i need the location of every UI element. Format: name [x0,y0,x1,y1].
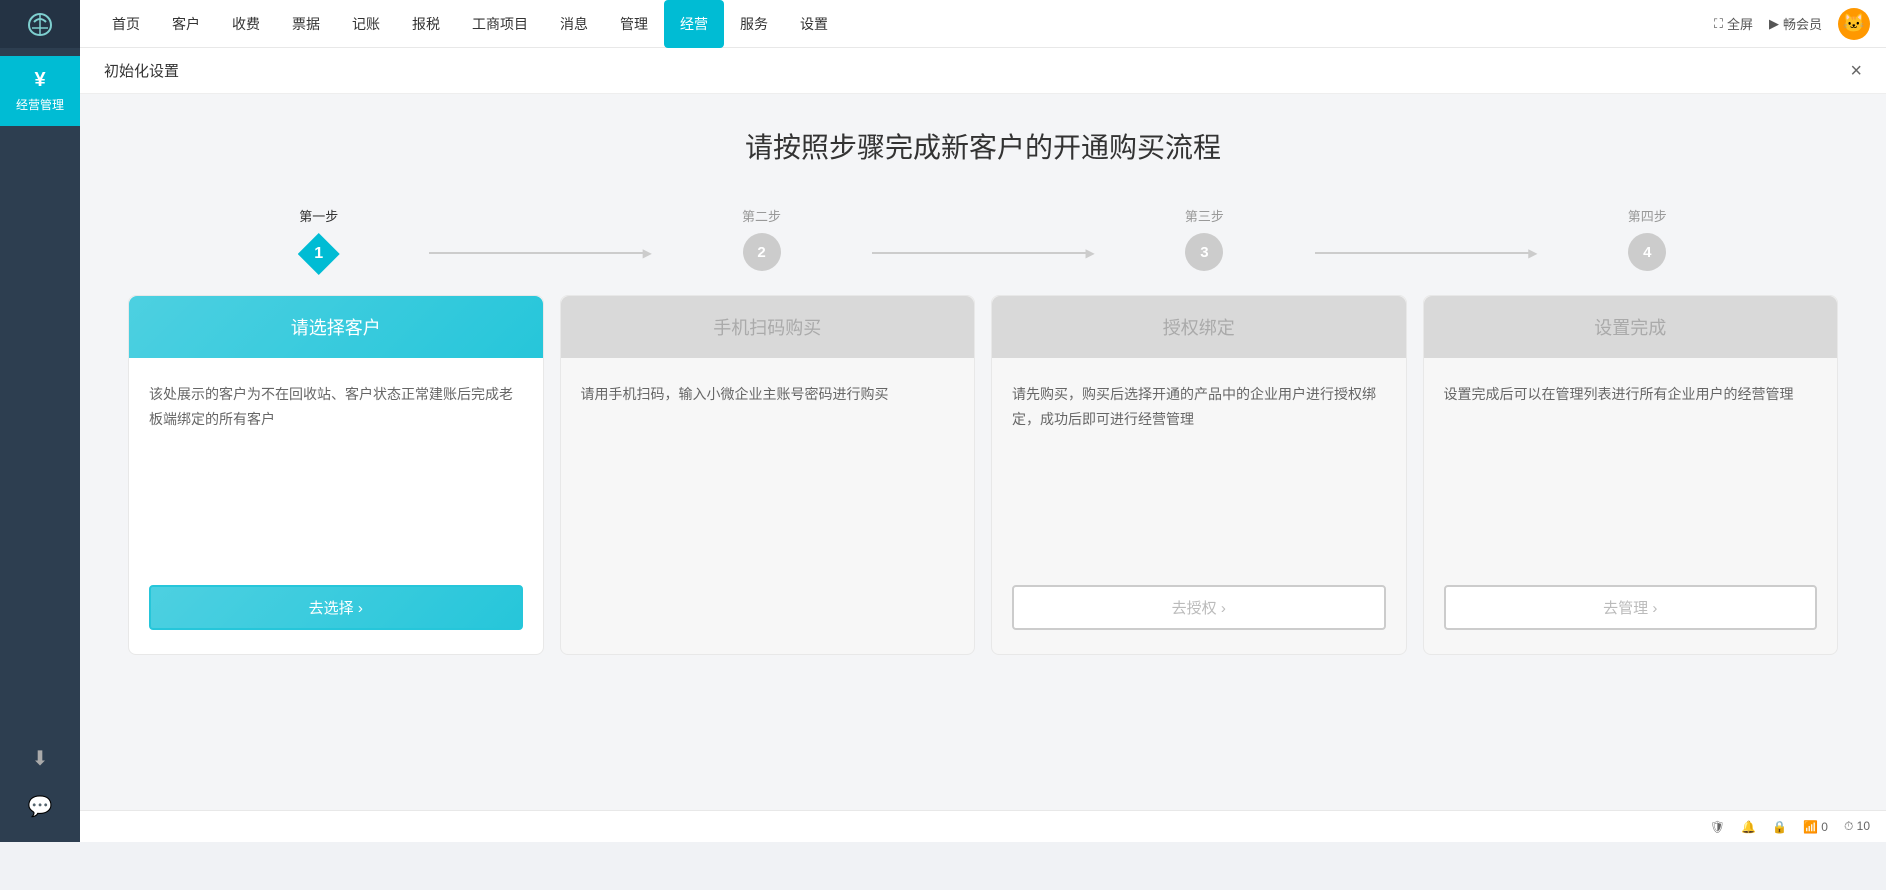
step-card-4: 设置完成 设置完成后可以在管理列表进行所有企业用户的经营管理 去管理 › [1423,295,1839,655]
nav-kehu[interactable]: 客户 [156,0,216,48]
step-2-circle: 2 [743,233,781,271]
avatar[interactable]: 🐱 [1838,8,1870,40]
nav-right: ⛶ 全屏 ▶ 畅会员 🐱 [1714,8,1870,40]
step-4-circle: 4 [1628,233,1666,271]
status-bar: ▶ 完成 🛡 🔔 🔒 📶 0 ⏱ 10 [0,810,1886,842]
card-4-footer: 去管理 › [1424,585,1838,630]
card-1-header: 请选择客户 [129,296,543,358]
nav-baoshui[interactable]: 报税 [396,0,456,48]
card-1-body: 该处展示的客户为不在回收站、客户状态正常建账后完成老板端绑定的所有客户 [129,374,543,585]
bell-icon: 🔔 [1741,820,1756,834]
step-4-visual: 第四步 4 [1537,206,1758,271]
nav-jingying[interactable]: 经营 [664,0,724,48]
download-icon[interactable]: ⬇ [20,738,60,778]
lock-icon: 🔒 [1772,820,1787,834]
connector-3-4: ▶ [1315,246,1536,260]
step-card-1: 请选择客户 该处展示的客户为不在回收站、客户状态正常建账后完成老板端绑定的所有客… [128,295,544,655]
sidebar-item-jingying[interactable]: ¥ 经营管理 [0,56,80,126]
card-3-btn[interactable]: 去授权 › [1012,585,1386,630]
page-title: 初始化设置 [104,60,179,81]
chat-icon[interactable]: 💬 [20,786,60,826]
sidebar-bottom: ⬇ 💬 [20,738,60,842]
step-card-2: 手机扫码购买 请用手机扫码，输入小微企业主账号密码进行购买 [560,295,976,655]
fullscreen-btn[interactable]: ⛶ 全屏 [1714,14,1753,33]
step-3-visual: 第三步 3 [1094,206,1315,271]
cards-row: 请选择客户 该处展示的客户为不在回收站、客户状态正常建账后完成老板端绑定的所有客… [128,295,1838,655]
fullscreen-icon: ⛶ [1714,16,1723,32]
card-3-footer: 去授权 › [992,585,1406,630]
shield-icon: 🛡 [1710,820,1725,834]
step-1-circle: 1 [298,233,340,275]
vip-btn[interactable]: ▶ 畅会员 [1769,14,1822,33]
connector-2-3: ▶ [872,246,1093,260]
nav-shoufei[interactable]: 收费 [216,0,276,48]
step-4-label: 第四步 [1628,206,1667,225]
steps-visual-row: 第一步 1 ▶ 第二步 2 ▶ 第三步 3 [128,206,1838,275]
card-4-header: 设置完成 [1424,296,1838,358]
card-3-header: 授权绑定 [992,296,1406,358]
nav-gongshang[interactable]: 工商项目 [456,0,544,48]
step-3-label: 第三步 [1185,206,1224,225]
step-1-label: 第一步 [299,206,338,225]
card-2-body: 请用手机扫码，输入小微企业主账号密码进行购买 [561,374,975,630]
nav-jizhang[interactable]: 记账 [336,0,396,48]
close-button[interactable]: × [1850,61,1862,81]
yen-icon: ¥ [34,69,45,92]
main-content: 初始化设置 × 请按照步骤完成新客户的开通购买流程 第一步 1 ▶ 第二步 2 [80,48,1886,810]
card-2-header: 手机扫码购买 [561,296,975,358]
nav-shezhi[interactable]: 设置 [784,0,844,48]
card-3-body: 请先购买，购买后选择开通的产品中的企业用户进行授权绑定，成功后即可进行经营管理 [992,374,1406,585]
main-heading: 请按照步骤完成新客户的开通购买流程 [128,126,1838,166]
nav-fuwu[interactable]: 服务 [724,0,784,48]
status-bar-right: 🛡 🔔 🔒 📶 0 ⏱ 10 [1710,819,1870,834]
nav-guanli[interactable]: 管理 [604,0,664,48]
sidebar-logo[interactable] [0,0,80,48]
sidebar: ¥ 经营管理 ⬇ 💬 [0,0,80,842]
timer-icon: ⏱ 10 [1844,819,1870,834]
card-1-btn[interactable]: 去选择 › [149,585,523,630]
top-nav: 首页 客户 收费 票据 记账 报税 工商项目 消息 管理 经营 服务 设置 ⛶ … [80,0,1886,48]
step-2-visual: 第二步 2 [651,206,872,271]
step-1-visual: 第一步 1 [208,206,429,275]
connector-1-2: ▶ [429,246,650,260]
card-4-btn[interactable]: 去管理 › [1444,585,1818,630]
play-icon: ▶ [1769,16,1779,32]
page-header: 初始化设置 × [80,48,1886,94]
card-4-body: 设置完成后可以在管理列表进行所有企业用户的经营管理 [1424,374,1838,585]
signal-icon: 📶 0 [1803,820,1828,834]
step-2-label: 第二步 [742,206,781,225]
card-1-footer: 去选择 › [129,585,543,630]
content-area: 请按照步骤完成新客户的开通购买流程 第一步 1 ▶ 第二步 2 ▶ [80,94,1886,679]
step-3-circle: 3 [1185,233,1223,271]
nav-home[interactable]: 首页 [96,0,156,48]
nav-piaoju[interactable]: 票据 [276,0,336,48]
step-card-3: 授权绑定 请先购买，购买后选择开通的产品中的企业用户进行授权绑定，成功后即可进行… [991,295,1407,655]
sidebar-item-label: 经营管理 [16,96,64,113]
nav-xiaoxi[interactable]: 消息 [544,0,604,48]
